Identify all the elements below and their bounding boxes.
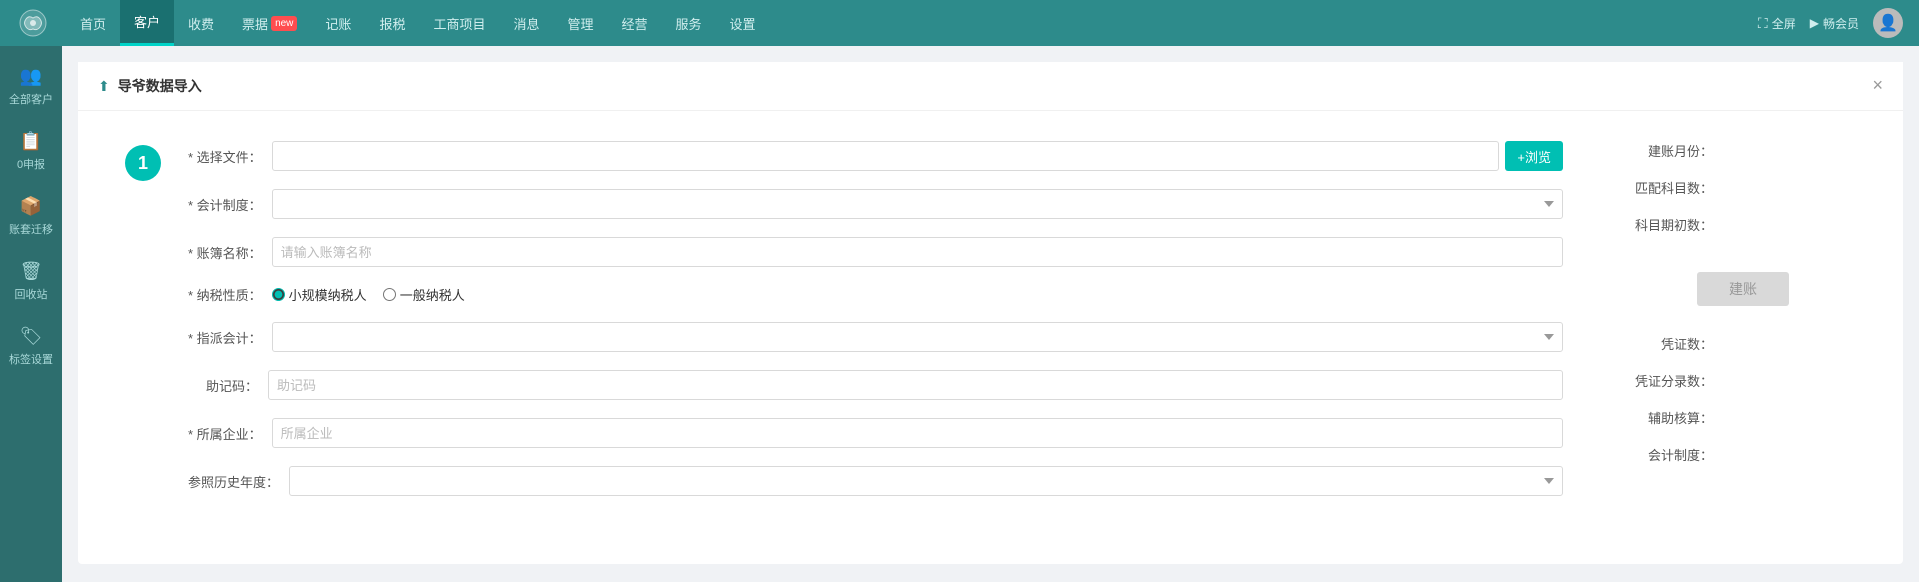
small-taxpayer-radio[interactable] (272, 288, 285, 301)
accounting-system-right-label: 会计制度： (1623, 445, 1713, 464)
nav-item-invoice[interactable]: 票据 new (228, 0, 311, 46)
form-right: 建账月份： 匹配科目数： 科目期初数： 建账 (1563, 141, 1863, 496)
general-taxpayer-radio[interactable] (383, 288, 396, 301)
sidebar-item-all-customers[interactable]: 👥 全部客户 (0, 56, 62, 117)
subject-init-row: 科目期初数： (1623, 215, 1863, 234)
sidebar-item-account-migration[interactable]: 📦 账套迁移 (0, 186, 62, 247)
step-circle: 1 (125, 145, 161, 181)
company-input[interactable] (272, 418, 1563, 448)
new-badge: new (271, 16, 297, 31)
nav-item-home[interactable]: 首页 (66, 0, 120, 46)
top-nav: 首页 客户 收费 票据 new 记账 报税 工商项目 消息 管理 经营 服务 设… (0, 0, 1919, 46)
match-subject-row: 匹配科目数： (1623, 178, 1863, 197)
fullscreen-icon: ⛶ (1758, 15, 1768, 32)
memo-code-input[interactable] (268, 370, 1563, 400)
avatar-icon: 👤 (1878, 13, 1898, 33)
form-left: 1 * 选择文件： +浏览 * 会计制 (118, 141, 1563, 496)
voucher-row: 凭证数： (1623, 334, 1863, 353)
sidebar: 👥 全部客户 📋 0申报 📦 账套迁移 🗑 回收站 🏷 标签设置 (0, 46, 62, 582)
avatar[interactable]: 👤 (1873, 8, 1903, 38)
assign-accountant-select[interactable] (272, 322, 1563, 352)
general-taxpayer-option[interactable]: 一般纳税人 (383, 285, 465, 304)
company-row: * 所属企业： (188, 418, 1563, 448)
accounting-system-label: * 会计制度： (188, 195, 262, 214)
nav-item-settings[interactable]: 设置 (716, 0, 770, 46)
content-area: ⬆ 导爷数据导入 × 1 * 选择文件： (62, 46, 1919, 582)
browse-button[interactable]: +浏览 (1505, 141, 1563, 171)
fullscreen-btn[interactable]: ⛶ 全屏 (1758, 15, 1796, 32)
reference-year-label: 参照历史年度： (188, 472, 279, 491)
ledger-name-input[interactable] (272, 237, 1563, 267)
small-taxpayer-option[interactable]: 小规模纳税人 (272, 285, 367, 304)
voucher-entries-label: 凭证分录数： (1623, 371, 1713, 390)
sidebar-item-recycle[interactable]: 🗑 回收站 (0, 251, 62, 312)
declaration-icon: 📋 (20, 131, 42, 152)
nav-item-customer[interactable]: 客户 (120, 0, 174, 46)
accounting-system-select[interactable] (272, 189, 1563, 219)
play-icon: ▶ (1810, 16, 1819, 30)
nav-items: 首页 客户 收费 票据 new 记账 报税 工商项目 消息 管理 经营 服务 设… (66, 0, 1758, 46)
company-label: * 所属企业： (188, 424, 262, 443)
trash-icon: 🗑 (20, 261, 43, 282)
panel-title: 导爷数据导入 (118, 76, 202, 96)
nav-item-business[interactable]: 工商项目 (419, 0, 499, 46)
file-label: * 选择文件： (188, 147, 262, 166)
subject-init-label: 科目期初数： (1623, 215, 1713, 234)
nav-item-tax[interactable]: 报税 (365, 0, 419, 46)
reference-year-row: 参照历史年度： (188, 466, 1563, 496)
sidebar-item-tag-settings[interactable]: 🏷 标签设置 (0, 316, 62, 377)
nav-item-service[interactable]: 服务 (662, 0, 716, 46)
tax-type-row: * 纳税性质： 小规模纳税人 一般纳税人 (188, 285, 1563, 304)
ledger-name-row: * 账簿名称： (188, 237, 1563, 267)
file-input[interactable] (272, 141, 1500, 171)
file-input-group: +浏览 (272, 141, 1563, 171)
accounting-system-row: * 会计制度： (188, 189, 1563, 219)
close-button[interactable]: × (1872, 76, 1883, 94)
panel: ⬆ 导爷数据导入 × 1 * 选择文件： (78, 62, 1903, 564)
reference-year-select[interactable] (289, 466, 1563, 496)
form-fields: * 选择文件： +浏览 * 会计制度： (188, 141, 1563, 496)
assign-accountant-label: * 指派会计： (188, 328, 262, 347)
voucher-entries-row: 凭证分录数： (1623, 371, 1863, 390)
file-select-row: * 选择文件： +浏览 (188, 141, 1563, 171)
build-month-label: 建账月份： (1623, 141, 1713, 160)
tag-icon: 🏷 (20, 326, 43, 347)
migration-icon: 📦 (20, 196, 42, 217)
nav-item-operation[interactable]: 经营 (608, 0, 662, 46)
tax-type-radio-group: 小规模纳税人 一般纳税人 (272, 285, 465, 304)
logo (10, 0, 56, 46)
auxiliary-row: 辅助核算： (1623, 408, 1863, 427)
sidebar-item-zero-declaration[interactable]: 📋 0申报 (0, 121, 62, 182)
ledger-name-label: * 账簿名称： (188, 243, 262, 262)
tax-type-label: * 纳税性质： (188, 285, 262, 304)
nav-item-message[interactable]: 消息 (499, 0, 553, 46)
nav-item-manage[interactable]: 管理 (553, 0, 607, 46)
memo-code-row: 助记码： (188, 370, 1563, 400)
member-btn[interactable]: ▶ 畅会员 (1810, 15, 1859, 32)
nav-right: ⛶ 全屏 ▶ 畅会员 👤 (1758, 8, 1919, 38)
build-month-row: 建账月份： (1623, 141, 1863, 160)
import-icon: ⬆ (98, 78, 110, 95)
step-indicator: 1 (118, 141, 168, 181)
build-account-button[interactable]: 建账 (1697, 272, 1789, 306)
assign-accountant-row: * 指派会计： (188, 322, 1563, 352)
nav-item-fee[interactable]: 收费 (174, 0, 228, 46)
form-container: 1 * 选择文件： +浏览 * 会计制 (78, 111, 1903, 526)
match-subject-label: 匹配科目数： (1623, 178, 1713, 197)
auxiliary-label: 辅助核算： (1623, 408, 1713, 427)
customers-icon: 👥 (20, 66, 42, 87)
nav-item-bookkeeping[interactable]: 记账 (311, 0, 365, 46)
accounting-system-right-row: 会计制度： (1623, 445, 1863, 464)
panel-header: ⬆ 导爷数据导入 × (78, 62, 1903, 111)
memo-code-label: 助记码： (188, 376, 258, 395)
voucher-label: 凭证数： (1623, 334, 1713, 353)
main-layout: 👥 全部客户 📋 0申报 📦 账套迁移 🗑 回收站 🏷 标签设置 ⬆ 导爷数据导… (0, 46, 1919, 582)
